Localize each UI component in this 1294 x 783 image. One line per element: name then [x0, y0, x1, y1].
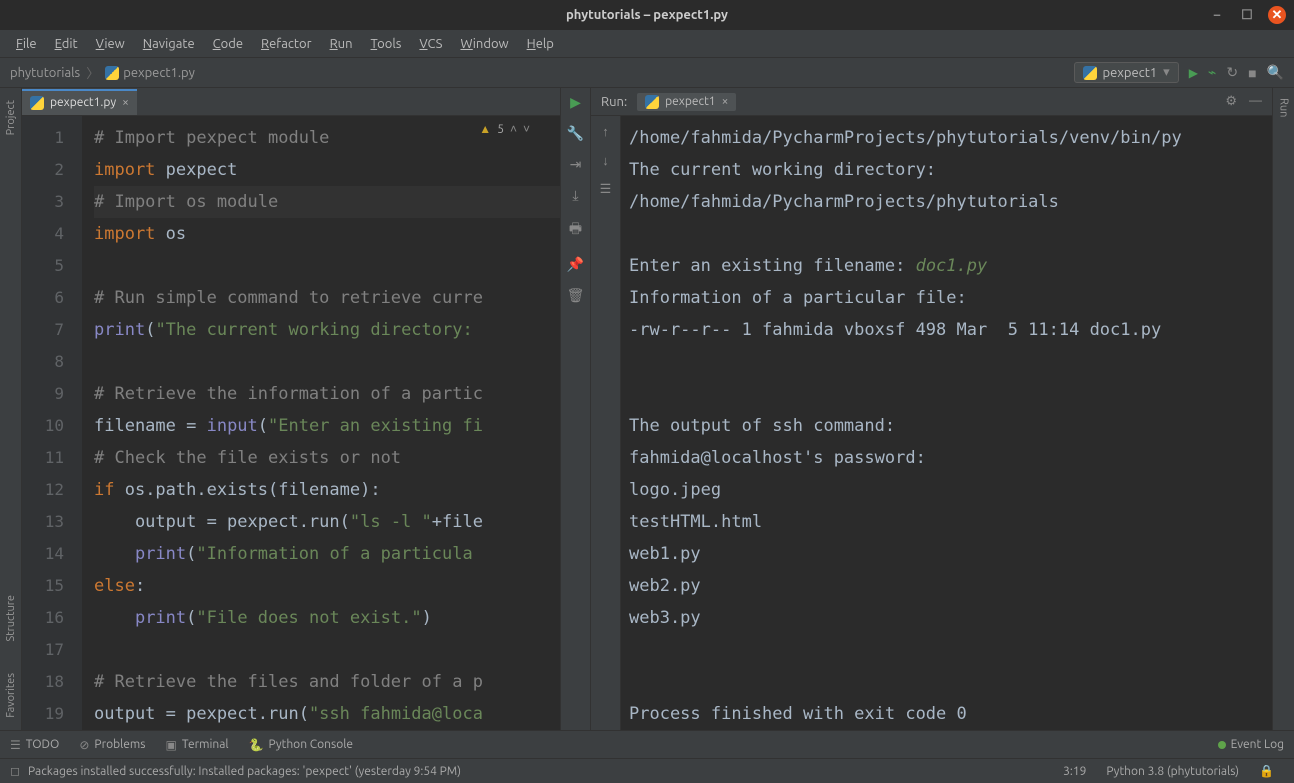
- breadcrumb: phytutorials 〉 pexpect1.py: [10, 63, 195, 82]
- tool-window-project[interactable]: Project: [5, 94, 17, 141]
- run-button[interactable]: ▶: [1189, 66, 1198, 80]
- search-everywhere-button[interactable]: 🔍: [1267, 64, 1284, 81]
- todo-icon: ☰: [10, 738, 21, 752]
- editor-tab-label: pexpect1.py: [50, 96, 116, 109]
- right-tool-stripe: Run: [1272, 88, 1294, 730]
- main-menu: File Edit View Navigate Code Refactor Ru…: [0, 30, 1294, 58]
- close-tab-icon[interactable]: ×: [122, 96, 129, 109]
- inspection-widget[interactable]: ▲ 5 ˄ ˅: [479, 122, 530, 136]
- main-area: Project Structure Favorites pexpect1.py …: [0, 88, 1294, 730]
- status-message: Packages installed successfully: Install…: [28, 765, 461, 778]
- breadcrumb-project[interactable]: phytutorials: [10, 66, 80, 80]
- clear-icon[interactable]: 🗑: [567, 287, 585, 304]
- run-tool-window: Run: pexpect1 × ⚙ — ↑ ↓ ☰ /home/fahmida/…: [590, 88, 1272, 730]
- hide-run-icon[interactable]: —: [1249, 94, 1262, 109]
- python-file-icon: [105, 66, 119, 80]
- filter-icon[interactable]: ☰: [600, 182, 612, 197]
- todo-label: TODO: [26, 738, 60, 751]
- scroll-to-end-icon[interactable]: ⤓: [572, 187, 578, 204]
- window-titlebar: phytutorials – pexpect1.py – ☐ ✕: [0, 0, 1294, 30]
- tool-settings-icon[interactable]: 🔧: [567, 125, 584, 142]
- chevron-down-icon: ▾: [1163, 65, 1170, 80]
- stop-button[interactable]: ■: [1248, 65, 1256, 81]
- python-console-icon: 🐍: [249, 738, 264, 752]
- debug-button[interactable]: ⌁: [1208, 64, 1216, 81]
- menu-vcs[interactable]: VCS: [411, 33, 450, 55]
- problems-label: Problems: [94, 738, 145, 751]
- pin-icon[interactable]: 📌: [567, 256, 584, 273]
- menu-code[interactable]: Code: [205, 33, 251, 55]
- menu-help[interactable]: Help: [519, 33, 562, 55]
- warning-count: 5: [497, 123, 504, 136]
- down-stack-icon[interactable]: ↓: [602, 153, 609, 168]
- run-tab[interactable]: pexpect1 ×: [637, 93, 736, 111]
- soft-wrap-icon[interactable]: ⇥: [570, 156, 582, 173]
- run-label: Run:: [601, 95, 627, 109]
- tool-window-problems[interactable]: ⊘ Problems: [79, 738, 145, 752]
- tool-window-terminal[interactable]: ▣ Terminal: [166, 738, 229, 752]
- tool-window-event-log[interactable]: Event Log: [1218, 738, 1284, 751]
- breadcrumb-file[interactable]: pexpect1.py: [105, 66, 195, 80]
- bottom-tool-stripe: ☰ TODO ⊘ Problems ▣ Terminal 🐍 Python Co…: [0, 730, 1294, 758]
- event-log-label: Event Log: [1231, 738, 1284, 751]
- python-icon: [1083, 66, 1097, 80]
- maximize-button[interactable]: ☐: [1238, 6, 1256, 24]
- event-log-indicator-icon: [1218, 741, 1226, 749]
- breadcrumb-file-label: pexpect1.py: [123, 66, 195, 80]
- inspection-up-icon[interactable]: ˄: [510, 122, 517, 136]
- menu-navigate[interactable]: Navigate: [135, 33, 203, 55]
- python-console-label: Python Console: [269, 738, 354, 751]
- editor-tabs: pexpect1.py ×: [22, 88, 560, 116]
- status-bar: ◻ Packages installed successfully: Insta…: [0, 758, 1294, 783]
- python-icon: [645, 95, 659, 109]
- terminal-label: Terminal: [182, 738, 229, 751]
- code-area[interactable]: # Import pexpect moduleimport pexpect# I…: [82, 116, 560, 730]
- tool-window-todo[interactable]: ☰ TODO: [10, 738, 59, 752]
- tool-window-favorites[interactable]: Favorites: [5, 667, 17, 724]
- menu-view[interactable]: View: [88, 33, 133, 55]
- left-tool-stripe: Project Structure Favorites: [0, 88, 22, 730]
- tool-window-run-right[interactable]: Run: [1278, 94, 1290, 121]
- menu-run[interactable]: Run: [322, 33, 361, 55]
- tool-window-structure[interactable]: Structure: [5, 589, 17, 648]
- tool-windows-toggle-icon[interactable]: ◻: [10, 764, 20, 778]
- tool-window-python-console[interactable]: 🐍 Python Console: [249, 738, 353, 752]
- interpreter-selector[interactable]: Python 3.8 (phytutorials): [1096, 765, 1249, 778]
- line-number-gutter[interactable]: 12345678910111213141516171819: [22, 116, 82, 730]
- console-output[interactable]: /home/fahmida/PycharmProjects/phytutoria…: [621, 116, 1272, 730]
- lock-icon[interactable]: 🔒: [1249, 764, 1284, 778]
- menu-tools[interactable]: Tools: [363, 33, 410, 55]
- menu-window[interactable]: Window: [452, 33, 516, 55]
- close-button[interactable]: ✕: [1268, 6, 1286, 24]
- up-stack-icon[interactable]: ↑: [602, 124, 609, 139]
- run-side-toolbar: ▶ 🔧 ⇥ ⤓ 🖶 📌 🗑: [560, 88, 590, 730]
- run-tab-label: pexpect1: [665, 95, 715, 108]
- menu-file[interactable]: File: [8, 33, 45, 55]
- python-file-icon: [30, 96, 44, 110]
- run-process-toolbar: ↑ ↓ ☰: [591, 116, 621, 730]
- editor-tab-active[interactable]: pexpect1.py ×: [22, 89, 137, 115]
- warning-icon: ▲: [479, 122, 491, 136]
- menu-refactor[interactable]: Refactor: [253, 33, 320, 55]
- window-title: phytutorials – pexpect1.py: [566, 8, 728, 22]
- print-icon[interactable]: 🖶: [569, 218, 582, 242]
- breadcrumb-separator-icon: 〉: [86, 63, 99, 82]
- editor: pexpect1.py × 12345678910111213141516171…: [22, 88, 560, 730]
- run-with-coverage-button[interactable]: ↻: [1226, 64, 1238, 81]
- rerun-button[interactable]: ▶: [570, 94, 581, 111]
- close-run-tab-icon[interactable]: ×: [722, 95, 729, 108]
- problems-icon: ⊘: [79, 738, 89, 752]
- cursor-position[interactable]: 3:19: [1053, 765, 1096, 778]
- menu-edit[interactable]: Edit: [47, 33, 86, 55]
- navigation-bar: phytutorials 〉 pexpect1.py pexpect1 ▾ ▶ …: [0, 58, 1294, 88]
- run-config-label: pexpect1: [1103, 66, 1158, 80]
- run-settings-icon[interactable]: ⚙: [1225, 94, 1237, 109]
- run-configuration-selector[interactable]: pexpect1 ▾: [1074, 62, 1179, 83]
- minimize-button[interactable]: –: [1208, 6, 1226, 24]
- inspection-down-icon[interactable]: ˅: [523, 122, 530, 136]
- terminal-icon: ▣: [166, 738, 177, 752]
